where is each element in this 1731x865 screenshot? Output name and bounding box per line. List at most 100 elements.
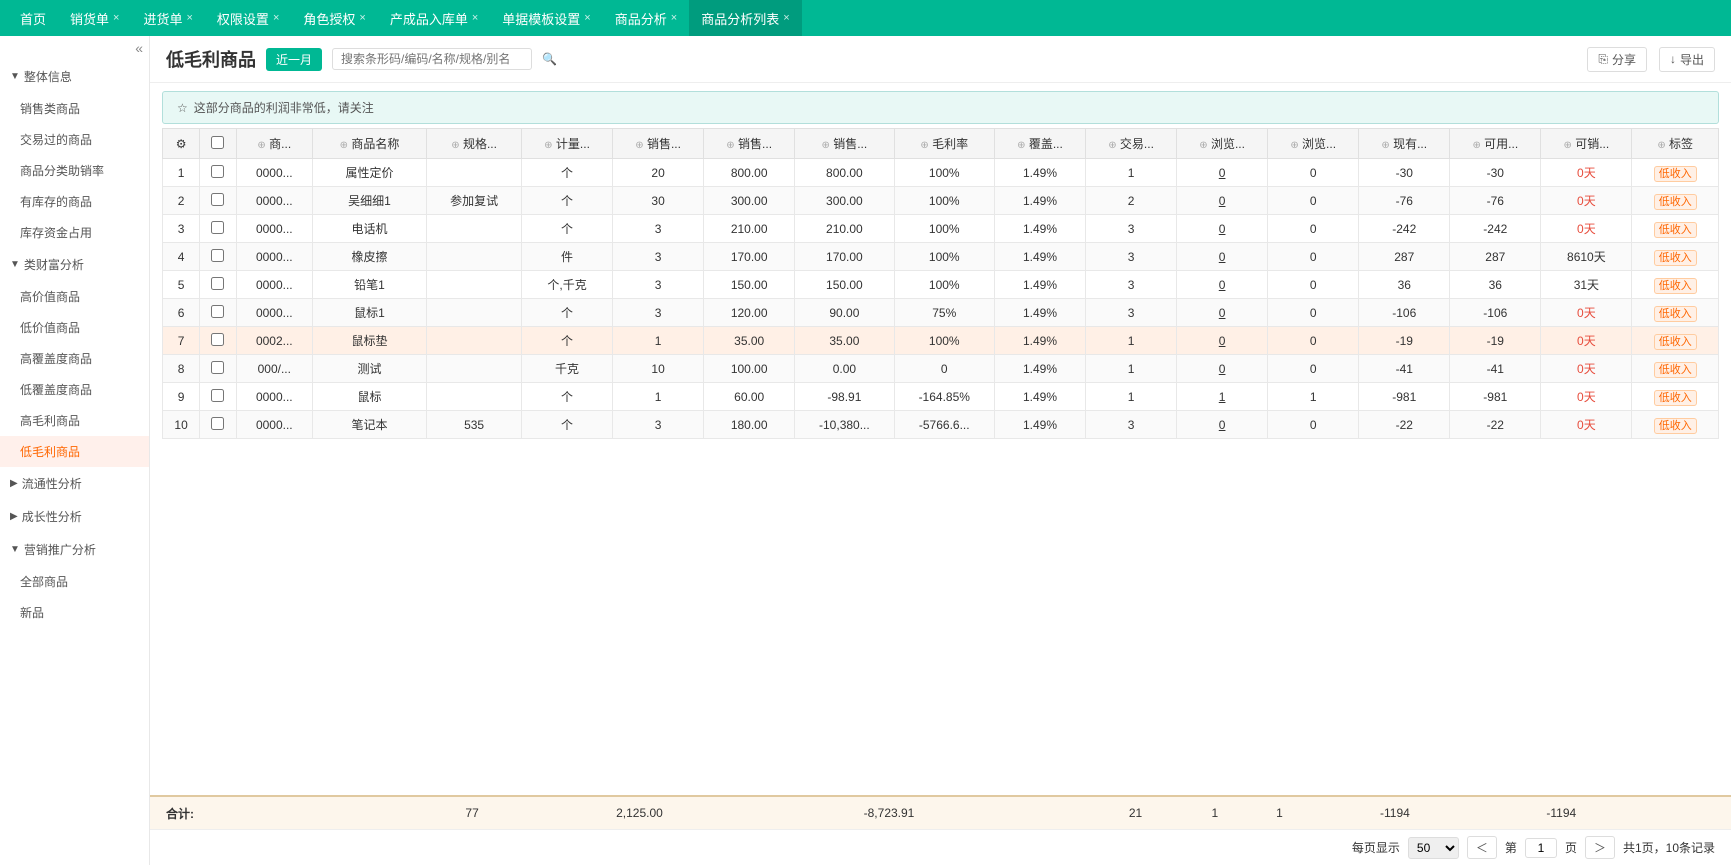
sidebar-item-高覆盖度商品[interactable]: 高覆盖度商品 xyxy=(0,343,149,374)
select-all-checkbox[interactable] xyxy=(211,136,224,149)
row-qty: 3 xyxy=(613,215,704,243)
nav-item-商品分析列表[interactable]: 商品分析列表× xyxy=(689,0,801,36)
col-header-17[interactable]: ⊕ 标签 xyxy=(1632,129,1719,159)
row-code: 000/... xyxy=(236,355,312,383)
sidebar-item-商品分类助销率[interactable]: 商品分类助销率 xyxy=(0,155,149,186)
sidebar-item-新品[interactable]: 新品 xyxy=(0,597,149,628)
nav-item-产成品入库单[interactable]: 产成品入库单× xyxy=(378,0,490,36)
nav-close-icon[interactable]: × xyxy=(113,12,119,24)
row-checkbox-cell xyxy=(200,411,237,439)
sidebar-item-低价值商品[interactable]: 低价值商品 xyxy=(0,312,149,343)
row-current: -30 xyxy=(1359,159,1450,187)
col-header-4[interactable]: ⊕ 规格... xyxy=(427,129,522,159)
page-size-select[interactable]: 50 10 20 100 xyxy=(1408,837,1459,859)
sidebar-item-有库存的商品[interactable]: 有库存的商品 xyxy=(0,186,149,217)
browse-link[interactable]: 0 xyxy=(1219,418,1226,432)
browse-link[interactable]: 0 xyxy=(1219,166,1226,180)
col-header-16[interactable]: ⊕ 可销... xyxy=(1541,129,1632,159)
browse-link[interactable]: 1 xyxy=(1219,390,1226,404)
sidebar-item-低毛利商品[interactable]: 低毛利商品 xyxy=(0,436,149,467)
sidebar-item-高价值商品[interactable]: 高价值商品 xyxy=(0,281,149,312)
page-input[interactable] xyxy=(1525,838,1557,858)
col-header-7[interactable]: ⊕ 销售... xyxy=(704,129,795,159)
col-header-6[interactable]: ⊕ 销售... xyxy=(613,129,704,159)
row-unit: 个,千克 xyxy=(522,271,613,299)
row-checkbox[interactable] xyxy=(211,333,224,346)
nav-item-进货单[interactable]: 进货单× xyxy=(131,0,204,36)
row-current: -242 xyxy=(1359,215,1450,243)
sidebar-item-销售类商品[interactable]: 销售类商品 xyxy=(0,93,149,124)
row-checkbox[interactable] xyxy=(211,417,224,430)
prev-page-button[interactable]: ＜ xyxy=(1467,836,1497,859)
col-header-9[interactable]: ⊕ 毛利率 xyxy=(894,129,994,159)
search-input[interactable] xyxy=(332,48,532,70)
row-available: 36 xyxy=(1450,271,1541,299)
browse-link[interactable]: 0 xyxy=(1219,222,1226,236)
col-header-13[interactable]: ⊕ 浏览... xyxy=(1268,129,1359,159)
browse-link[interactable]: 0 xyxy=(1219,278,1226,292)
browse-link[interactable]: 0 xyxy=(1219,250,1226,264)
row-current: 36 xyxy=(1359,271,1450,299)
row-qty: 3 xyxy=(613,271,704,299)
row-days: 0天 xyxy=(1541,411,1632,439)
row-checkbox[interactable] xyxy=(211,193,224,206)
col-header-12[interactable]: ⊕ 浏览... xyxy=(1177,129,1268,159)
browse-link[interactable]: 0 xyxy=(1219,306,1226,320)
export-button[interactable]: ↓ 导出 xyxy=(1659,47,1715,72)
share-button[interactable]: ⎘ 分享 xyxy=(1587,47,1647,72)
row-trade: 3 xyxy=(1086,299,1177,327)
row-unit: 个 xyxy=(522,159,613,187)
row-checkbox[interactable] xyxy=(211,165,224,178)
nav-item-首页[interactable]: 首页 xyxy=(8,0,58,36)
col-header-11[interactable]: ⊕ 交易... xyxy=(1086,129,1177,159)
browse-link[interactable]: 0 xyxy=(1219,334,1226,348)
row-checkbox[interactable] xyxy=(211,361,224,374)
sidebar-collapse-button[interactable]: « xyxy=(0,36,149,60)
sidebar-item-全部商品[interactable]: 全部商品 xyxy=(0,566,149,597)
nav-item-权限设置[interactable]: 权限设置× xyxy=(205,0,291,36)
nav-close-icon[interactable]: × xyxy=(472,12,478,24)
col-header-2[interactable]: ⊕ 商... xyxy=(236,129,312,159)
row-checkbox[interactable] xyxy=(211,249,224,262)
row-days: 0天 xyxy=(1541,187,1632,215)
nav-close-icon[interactable]: × xyxy=(584,12,590,24)
col-header-14[interactable]: ⊕ 现有... xyxy=(1359,129,1450,159)
row-browse1: 0 xyxy=(1177,327,1268,355)
sidebar-group-3[interactable]: ▶成长性分析 xyxy=(0,500,149,533)
nav-close-icon[interactable]: × xyxy=(273,12,279,24)
row-sale-total: 90.00 xyxy=(795,299,894,327)
sidebar-item-高毛利商品[interactable]: 高毛利商品 xyxy=(0,405,149,436)
nav-item-商品分析[interactable]: 商品分析× xyxy=(603,0,689,36)
col-header-8[interactable]: ⊕ 销售... xyxy=(795,129,894,159)
browse-link[interactable]: 0 xyxy=(1219,362,1226,376)
col-header-15[interactable]: ⊕ 可用... xyxy=(1450,129,1541,159)
row-gross-rate: -164.85% xyxy=(894,383,994,411)
sidebar-group-2[interactable]: ▶流通性分析 xyxy=(0,467,149,500)
nav-close-icon[interactable]: × xyxy=(783,12,789,24)
row-checkbox[interactable] xyxy=(211,221,224,234)
nav-item-单据模板设置[interactable]: 单据模板设置× xyxy=(490,0,602,36)
row-checkbox[interactable] xyxy=(211,277,224,290)
period-button[interactable]: 近一月 xyxy=(266,48,322,71)
sidebar-item-库存资金占用[interactable]: 库存资金占用 xyxy=(0,217,149,248)
footer-cell-9 xyxy=(1018,804,1053,822)
next-page-button[interactable]: ＞ xyxy=(1585,836,1615,859)
nav-close-icon[interactable]: × xyxy=(186,12,192,24)
nav-close-icon[interactable]: × xyxy=(671,12,677,24)
sidebar-group-4[interactable]: ▼营销推广分析 xyxy=(0,533,149,566)
col-header-5[interactable]: ⊕ 计量... xyxy=(522,129,613,159)
data-table-wrapper: ⚙⊕ 商...⊕ 商品名称⊕ 规格...⊕ 计量...⊕ 销售...⊕ 销售..… xyxy=(150,128,1731,795)
browse-link[interactable]: 0 xyxy=(1219,194,1226,208)
sidebar-group-1[interactable]: ▼类财富分析 xyxy=(0,248,149,281)
nav-item-角色授权[interactable]: 角色授权× xyxy=(291,0,377,36)
col-header-10[interactable]: ⊕ 覆盖... xyxy=(994,129,1085,159)
row-checkbox[interactable] xyxy=(211,305,224,318)
row-checkbox[interactable] xyxy=(211,389,224,402)
nav-close-icon[interactable]: × xyxy=(359,12,365,24)
nav-item-销货单[interactable]: 销货单× xyxy=(58,0,131,36)
sidebar-group-0[interactable]: ▼整体信息 xyxy=(0,60,149,93)
col-header-3[interactable]: ⊕ 商品名称 xyxy=(312,129,426,159)
sidebar-item-低覆盖度商品[interactable]: 低覆盖度商品 xyxy=(0,374,149,405)
sidebar-item-交易过的商品[interactable]: 交易过的商品 xyxy=(0,124,149,155)
search-icon[interactable]: 🔍 xyxy=(542,52,557,66)
